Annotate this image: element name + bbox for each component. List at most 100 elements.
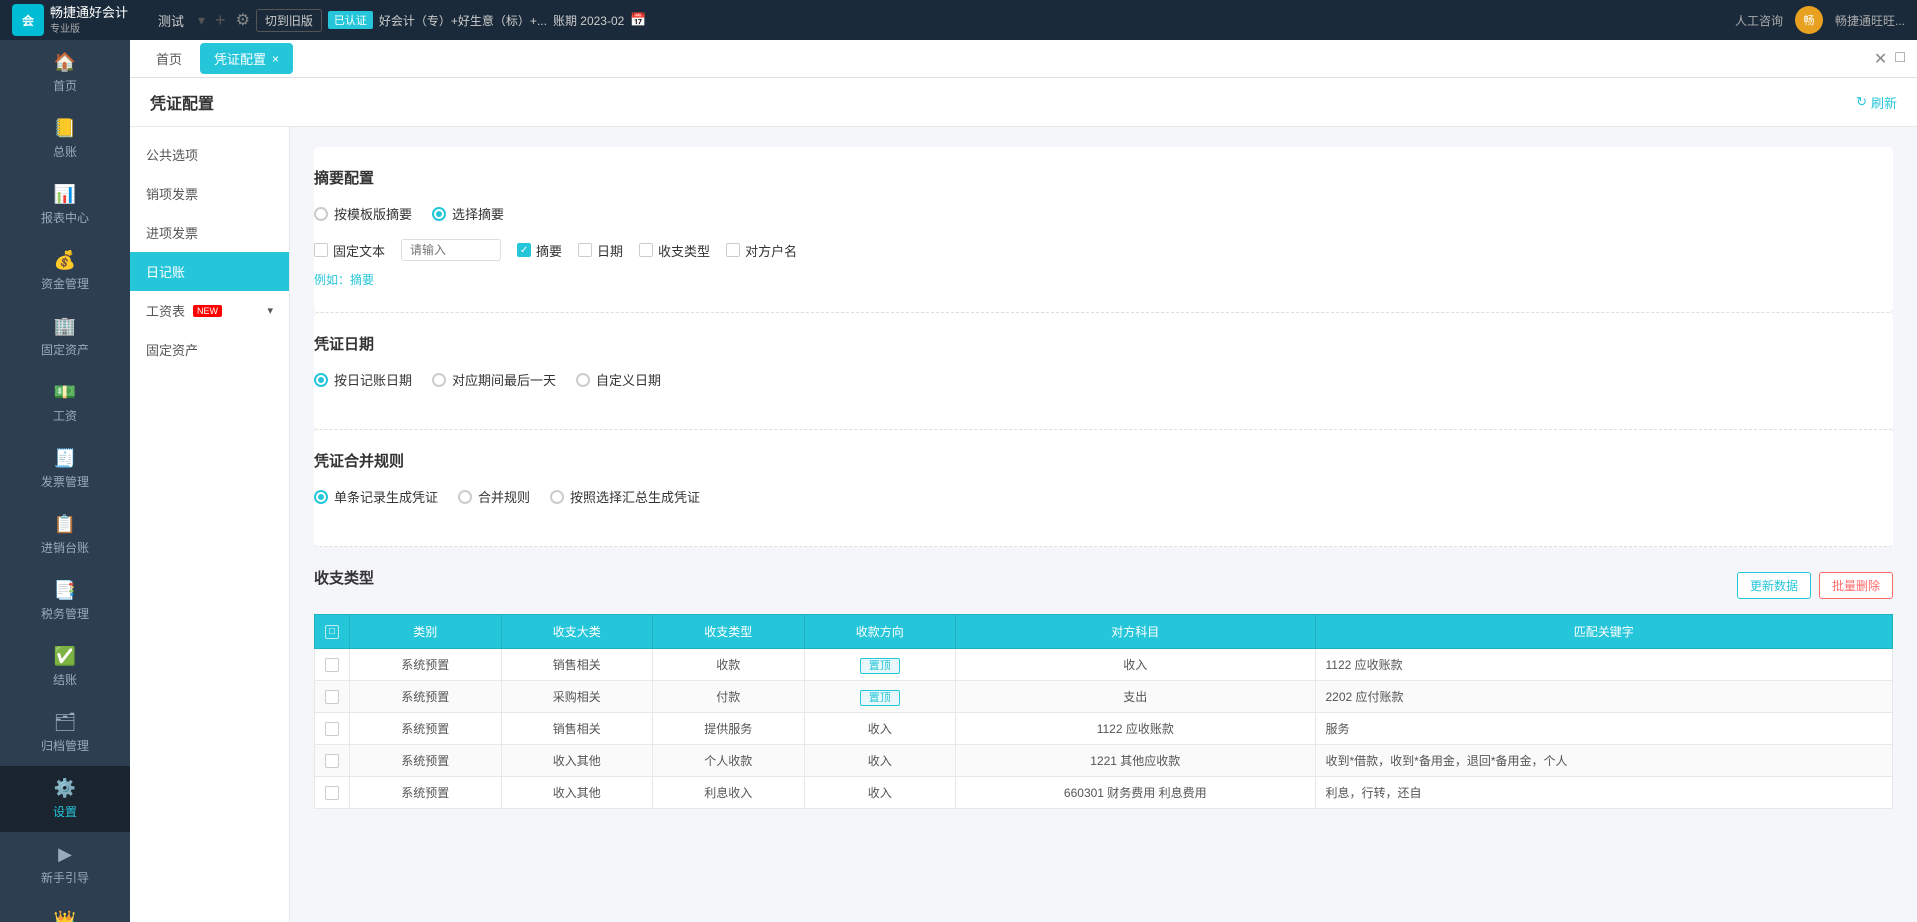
tab-voucher-config[interactable]: 凭证配置 × <box>200 43 293 74</box>
row4-checkbox[interactable] <box>325 754 339 768</box>
sidebar-item-close[interactable]: ✅ 结账 <box>0 634 130 700</box>
row1-category: 系统预置 <box>350 649 502 681</box>
test-tab[interactable]: 测试 <box>150 7 192 34</box>
radio-select-abstract[interactable]: 选择摘要 <box>432 204 504 223</box>
table-header-row: 收支类型 更新数据 批量删除 <box>314 567 1893 604</box>
date-title: 凭证日期 <box>314 333 1893 354</box>
row3-select[interactable] <box>315 713 350 745</box>
sidebar-item-archive[interactable]: 🗂 归档管理 <box>0 700 130 766</box>
update-data-btn[interactable]: 更新数据 <box>1737 572 1811 599</box>
window-close-btn[interactable]: ✕ <box>1874 49 1887 69</box>
radio-merge-label: 合并规则 <box>478 487 530 506</box>
sidebar-item-finance[interactable]: 💰 资金管理 <box>0 238 130 304</box>
radio-custom-date[interactable]: 自定义日期 <box>576 370 661 389</box>
left-nav-fixed-assets[interactable]: 固定资产 <box>130 330 289 369</box>
row2-checkbox[interactable] <box>325 690 339 704</box>
checkbox-counterpart[interactable]: 对方户名 <box>726 241 797 260</box>
left-nav-journal[interactable]: 日记账 <box>130 252 289 291</box>
switch-version-btn[interactable]: 切到旧版 <box>256 9 322 32</box>
row5-bigtype: 收入其他 <box>501 777 653 809</box>
row3-subject: 1122 应收账款 <box>956 713 1315 745</box>
ledger-icon: 📒 <box>54 118 76 139</box>
checkbox-income-type[interactable]: 收支类型 <box>639 241 710 260</box>
left-nav-public[interactable]: 公共选项 <box>130 135 289 174</box>
home-icon: 🏠 <box>54 52 76 73</box>
row2-tag-btn[interactable]: 置顶 <box>860 690 900 706</box>
sidebar-label-assets: 固定资产 <box>41 341 89 358</box>
expand-icon[interactable]: ▾ <box>267 304 273 317</box>
checkbox-counterpart-label: 对方户名 <box>745 241 797 260</box>
radio-journal-circle <box>314 373 328 387</box>
row2-keywords: 2202 应付账款 <box>1315 681 1893 713</box>
tab-home[interactable]: 首页 <box>142 43 196 74</box>
add-icon[interactable]: + <box>215 10 226 31</box>
consult-label[interactable]: 人工咨询 <box>1735 12 1783 29</box>
new-badge: NEW <box>193 305 222 317</box>
sidebar-item-home[interactable]: 🏠 首页 <box>0 40 130 106</box>
th-category: 类别 <box>350 615 502 649</box>
radio-summary-generate[interactable]: 按照选择汇总生成凭证 <box>550 487 700 506</box>
row2-bigtype: 采购相关 <box>501 681 653 713</box>
left-nav-label-sales: 销项发票 <box>146 184 198 203</box>
invoice-icon: 🧾 <box>54 448 76 469</box>
checkbox-abstract-box: ✓ <box>517 243 531 257</box>
row1-direction: 置顶 <box>804 649 956 681</box>
checkbox-date-label: 日期 <box>597 241 623 260</box>
left-nav-payroll[interactable]: 工资表 NEW ▾ <box>130 291 289 330</box>
checkbox-abstract[interactable]: ✓ 摘要 <box>517 241 562 260</box>
user-avatar[interactable]: 畅 <box>1795 6 1823 34</box>
left-nav-purchase-invoice[interactable]: 进项发票 <box>130 213 289 252</box>
select-all-checkbox[interactable]: □ <box>325 625 339 639</box>
sidebar-item-tax[interactable]: 📑 税务管理 <box>0 568 130 634</box>
batch-delete-btn[interactable]: 批量删除 <box>1819 572 1893 599</box>
radio-merge-rule[interactable]: 合并规则 <box>458 487 530 506</box>
row1-tag-btn[interactable]: 置顶 <box>860 658 900 674</box>
sidebar-label-settings: 设置 <box>53 803 77 820</box>
sidebar-item-purchase[interactable]: 📋 进销台账 <box>0 502 130 568</box>
logo-title: 畅捷通好会计 <box>50 5 128 21</box>
radio-single-record[interactable]: 单条记录生成凭证 <box>314 487 438 506</box>
row4-select[interactable] <box>315 745 350 777</box>
abstract-section: 摘要配置 按模板版摘要 选择摘要 <box>314 147 1893 313</box>
radio-select-circle <box>432 207 446 221</box>
th-select-all[interactable]: □ <box>315 615 350 649</box>
radio-period-last-day[interactable]: 对应期间最后一天 <box>432 370 556 389</box>
table-row: 系统预置采购相关付款置顶支出2202 应付账款 <box>315 681 1893 713</box>
sidebar-item-invoice[interactable]: 🧾 发票管理 <box>0 436 130 502</box>
radio-journal-date[interactable]: 按日记账日期 <box>314 370 412 389</box>
settings-icon[interactable]: ⚙ <box>236 10 250 30</box>
tab-close-btn[interactable]: × <box>272 52 279 66</box>
fixed-text-input[interactable] <box>401 239 501 261</box>
logo-text-block: 畅捷通好会计 专业版 <box>50 5 128 36</box>
sidebar-item-settings[interactable]: ⚙️ 设置 <box>0 766 130 832</box>
sidebar-item-assets[interactable]: 🏢 固定资产 <box>0 304 130 370</box>
sidebar-label-guide: 新手引导 <box>41 869 89 886</box>
tax-icon: 📑 <box>54 580 76 601</box>
tab-bar-right: ✕ □ <box>1874 49 1905 69</box>
row5-subject: 660301 财务费用 利息费用 <box>956 777 1315 809</box>
merge-radio-group: 单条记录生成凭证 合并规则 按照选择汇总生成凭证 <box>314 487 1893 506</box>
sidebar-item-salary[interactable]: 💵 工资 <box>0 370 130 436</box>
checkbox-date[interactable]: 日期 <box>578 241 623 260</box>
radio-template-abstract[interactable]: 按模板版摘要 <box>314 204 412 223</box>
row4-bigtype: 收入其他 <box>501 745 653 777</box>
row2-select[interactable] <box>315 681 350 713</box>
th-subject: 对方科目 <box>956 615 1315 649</box>
row3-checkbox[interactable] <box>325 722 339 736</box>
refresh-btn[interactable]: ↻ 刷新 <box>1856 93 1897 112</box>
sidebar-item-report[interactable]: 📊 报表中心 <box>0 172 130 238</box>
row5-checkbox[interactable] <box>325 786 339 800</box>
row1-select[interactable] <box>315 649 350 681</box>
sidebar-item-guide[interactable]: ▶ 新手引导 <box>0 832 130 898</box>
window-max-btn[interactable]: □ <box>1895 49 1905 69</box>
calendar-icon[interactable]: 📅 <box>630 12 646 28</box>
sidebar-item-ledger[interactable]: 📒 总账 <box>0 106 130 172</box>
page-header: 凭证配置 ↻ 刷新 <box>130 78 1917 127</box>
sidebar-item-member[interactable]: 👑 畅会员 <box>0 898 130 922</box>
dropdown-arrow[interactable]: ▾ <box>198 12 205 29</box>
row1-checkbox[interactable] <box>325 658 339 672</box>
left-nav-sales-invoice[interactable]: 销项发票 <box>130 174 289 213</box>
row5-select[interactable] <box>315 777 350 809</box>
checkbox-fixed-text[interactable]: 固定文本 <box>314 241 385 260</box>
sidebar-label-ledger: 总账 <box>53 143 77 160</box>
